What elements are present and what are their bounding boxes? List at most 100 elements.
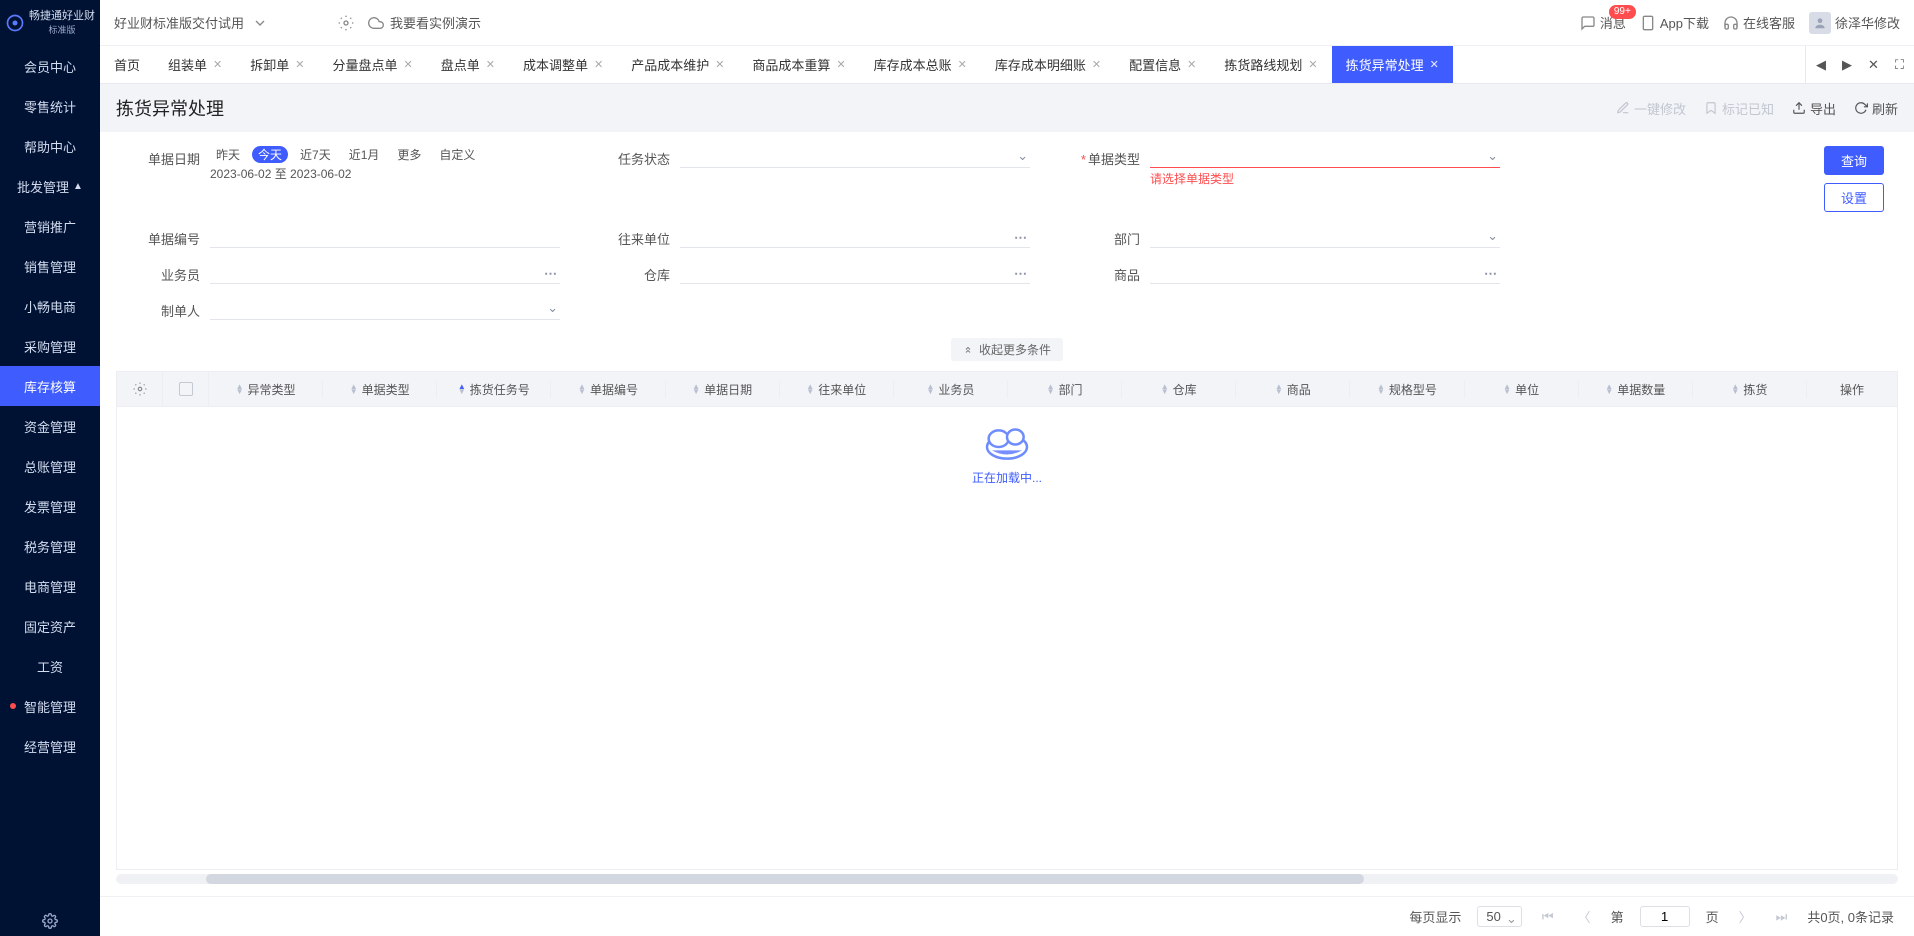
close-icon[interactable]: ✕ — [213, 58, 222, 71]
user-menu[interactable]: 徐泽华修改 — [1809, 12, 1900, 34]
col-checkbox[interactable] — [163, 372, 209, 406]
tab-8[interactable]: 库存成本总账✕ — [860, 46, 981, 83]
col-1[interactable]: ▲▼单据类型 — [323, 381, 437, 398]
sidebar-item-3[interactable]: 批发管理▲ — [0, 166, 100, 206]
date-quick-yesterday[interactable]: 昨天 — [210, 146, 246, 163]
app-download-button[interactable]: App下载 — [1640, 13, 1709, 32]
tab-0[interactable]: 首页 — [100, 46, 154, 83]
tab-1[interactable]: 组装单✕ — [154, 46, 236, 83]
pager-first[interactable]: ⏮ — [1538, 909, 1558, 925]
task-status-input[interactable] — [680, 146, 1030, 168]
col-2[interactable]: ▲▼拣货任务号 — [437, 381, 551, 398]
pager-next[interactable]: 〉 — [1735, 907, 1756, 926]
col-8[interactable]: ▲▼仓库 — [1122, 381, 1236, 398]
chevron-down-icon[interactable]: ⌄ — [1017, 148, 1028, 164]
close-icon[interactable]: ✕ — [715, 58, 724, 71]
sidebar-item-10[interactable]: 总账管理 — [0, 446, 100, 486]
col-0[interactable]: ▲▼异常类型 — [209, 381, 323, 398]
sidebar-item-13[interactable]: 电商管理 — [0, 566, 100, 606]
chevron-down-icon[interactable]: ⌄ — [1487, 148, 1498, 164]
col-13[interactable]: ▲▼拣货 — [1693, 381, 1807, 398]
close-icon[interactable]: ✕ — [1430, 58, 1439, 71]
col-11[interactable]: ▲▼单位 — [1465, 381, 1579, 398]
salesman-input[interactable] — [210, 262, 560, 284]
date-quick-custom[interactable]: 自定义 — [433, 146, 481, 163]
sidebar-item-17[interactable]: 经营管理 — [0, 726, 100, 766]
query-button[interactable]: 查询 — [1824, 146, 1884, 175]
tab-2[interactable]: 拆卸单✕ — [236, 46, 318, 83]
tab-4[interactable]: 盘点单✕ — [427, 46, 509, 83]
sidebar-item-15[interactable]: 工资 — [0, 646, 100, 686]
sidebar-item-1[interactable]: 零售统计 — [0, 86, 100, 126]
col-7[interactable]: ▲▼部门 — [1008, 381, 1122, 398]
col-9[interactable]: ▲▼商品 — [1236, 381, 1350, 398]
sidebar-item-16[interactable]: 智能管理 — [0, 686, 100, 726]
order-no-input[interactable] — [210, 226, 560, 248]
tab-7[interactable]: 商品成本重算✕ — [738, 46, 859, 83]
tab-3[interactable]: 分量盘点单✕ — [318, 46, 426, 83]
online-service-button[interactable]: 在线客服 — [1723, 13, 1795, 32]
warehouse-input[interactable] — [680, 262, 1030, 284]
partner-input[interactable] — [680, 226, 1030, 248]
order-type-input[interactable] — [1150, 146, 1500, 168]
collapse-filters[interactable]: 收起更多条件 — [951, 338, 1063, 361]
page-input[interactable] — [1640, 906, 1690, 927]
product-input[interactable] — [1150, 262, 1500, 284]
tab-11[interactable]: 拣货路线规划✕ — [1210, 46, 1331, 83]
app-title-select[interactable]: 好业财标准版交付试用 — [114, 13, 324, 32]
pager-last[interactable]: ⏭ — [1772, 909, 1792, 925]
tab-10[interactable]: 配置信息✕ — [1115, 46, 1210, 83]
tab-5[interactable]: 成本调整单✕ — [509, 46, 617, 83]
close-icon[interactable]: ✕ — [1092, 58, 1101, 71]
scrollbar-thumb[interactable] — [206, 874, 1364, 884]
date-quick-last7[interactable]: 近7天 — [294, 146, 337, 163]
close-icon[interactable]: ✕ — [404, 58, 413, 71]
sidebar-item-6[interactable]: 小畅电商 — [0, 286, 100, 326]
horizontal-scrollbar[interactable] — [116, 874, 1898, 888]
date-quick-more[interactable]: 更多 — [391, 146, 427, 163]
close-icon[interactable]: ✕ — [295, 58, 304, 71]
sidebar-item-11[interactable]: 发票管理 — [0, 486, 100, 526]
close-icon[interactable]: ✕ — [836, 58, 845, 71]
more-icon[interactable]: ⋯ — [1014, 266, 1028, 282]
close-icon[interactable]: ✕ — [486, 58, 495, 71]
sidebar-item-5[interactable]: 销售管理 — [0, 246, 100, 286]
close-icon[interactable]: ✕ — [1187, 58, 1196, 71]
col-3[interactable]: ▲▼单据编号 — [551, 381, 665, 398]
col-4[interactable]: ▲▼单据日期 — [666, 381, 780, 398]
sidebar-item-9[interactable]: 资金管理 — [0, 406, 100, 446]
col-12[interactable]: ▲▼单据数量 — [1579, 381, 1693, 398]
tab-9[interactable]: 库存成本明细账✕ — [981, 46, 1115, 83]
creator-input[interactable] — [210, 298, 560, 320]
sidebar-item-0[interactable]: 会员中心 — [0, 46, 100, 86]
export-button[interactable]: 导出 — [1792, 99, 1836, 118]
sidebar-item-4[interactable]: 营销推广 — [0, 206, 100, 246]
tabs-close[interactable]: ✕ — [1864, 57, 1883, 73]
col-5[interactable]: ▲▼往来单位 — [780, 381, 894, 398]
close-icon[interactable]: ✕ — [594, 58, 603, 71]
demo-link[interactable]: 我要看实例演示 — [368, 13, 481, 32]
chevron-down-icon[interactable]: ⌄ — [547, 300, 558, 316]
pager-prev[interactable]: 〈 — [1574, 907, 1595, 926]
close-icon[interactable]: ✕ — [1308, 58, 1317, 71]
sidebar-item-7[interactable]: 采购管理 — [0, 326, 100, 366]
tab-12[interactable]: 拣货异常处理✕ — [1332, 46, 1453, 83]
tab-6[interactable]: 产品成本维护✕ — [617, 46, 738, 83]
more-icon[interactable]: ⋯ — [1014, 230, 1028, 246]
sidebar-item-14[interactable]: 固定资产 — [0, 606, 100, 646]
col-gear[interactable] — [117, 372, 163, 406]
col-6[interactable]: ▲▼业务员 — [894, 381, 1008, 398]
col-10[interactable]: ▲▼规格型号 — [1350, 381, 1464, 398]
refresh-button[interactable]: 刷新 — [1854, 99, 1898, 118]
more-icon[interactable]: ⋯ — [1484, 266, 1498, 282]
per-page-select[interactable]: 50⌄ — [1477, 906, 1521, 927]
tabs-next[interactable]: ▶ — [1838, 57, 1856, 73]
more-icon[interactable]: ⋯ — [544, 266, 558, 282]
tabs-fullscreen[interactable]: ⛶ — [1891, 57, 1908, 73]
chevron-down-icon[interactable]: ⌄ — [1487, 228, 1498, 244]
date-quick-today[interactable]: 今天 — [252, 146, 288, 163]
close-icon[interactable]: ✕ — [958, 58, 967, 71]
sidebar-item-12[interactable]: 税务管理 — [0, 526, 100, 566]
tabs-prev[interactable]: ◀ — [1812, 57, 1830, 73]
dept-input[interactable] — [1150, 226, 1500, 248]
